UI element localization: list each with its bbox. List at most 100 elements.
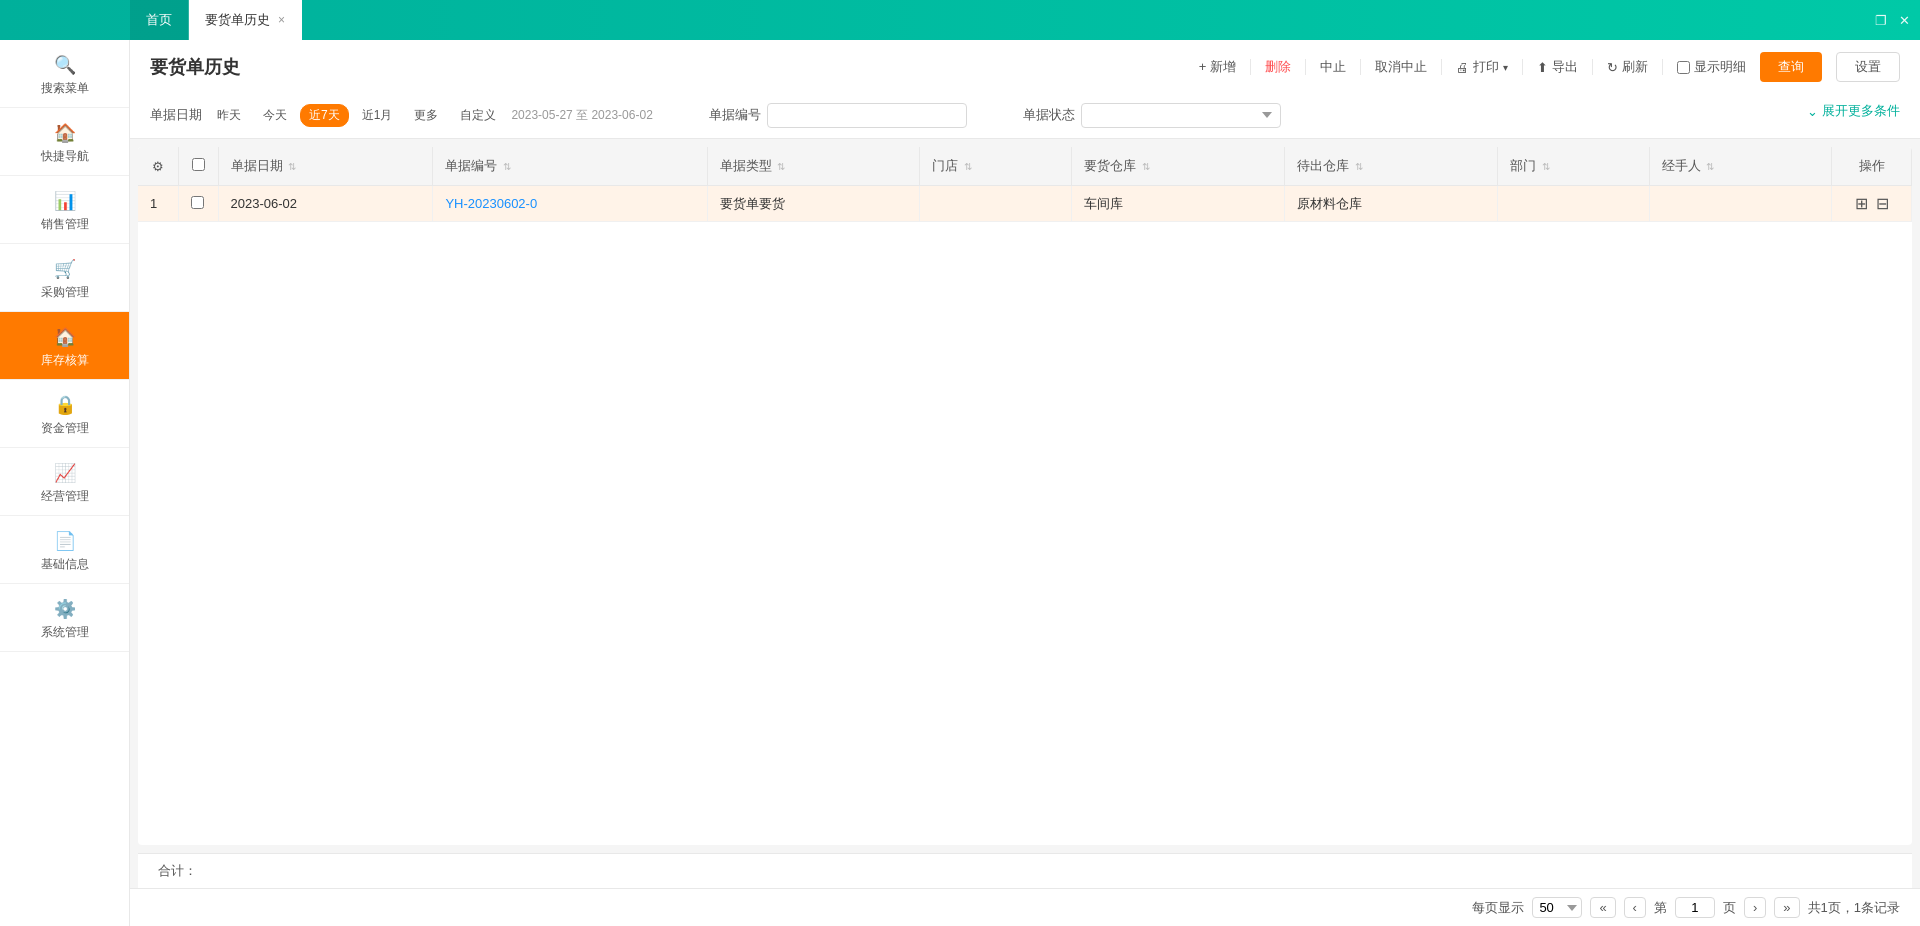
main-layout: 🔍 搜索菜单 🏠 快捷导航 📊 销售管理 🛒 采购管理 🏠 库存核算 🔒 资金管… [0, 40, 1920, 926]
tab-requisition-history[interactable]: 要货单历史 × [189, 0, 302, 40]
table-row: 1 2023-06-02 YH-20230602-0 要货单要货 车间库 原材料… [138, 186, 1912, 222]
delete-button[interactable]: 删除 [1265, 58, 1291, 76]
doc-no-link[interactable]: YH-20230602-0 [445, 196, 537, 211]
sidebar-item-search[interactable]: 🔍 搜索菜单 [0, 40, 129, 108]
page-header: 要货单历史 + 新增 删除 中止 取消中止 🖨 打印 ▾ [130, 40, 1920, 139]
doc-status-label: 单据状态 [1023, 106, 1075, 124]
filter-area: 单据日期 昨天 今天 近7天 近1月 更多 自定义 2023-05-27 至 2… [150, 92, 1900, 138]
expand-more-btn[interactable]: ⌄ 展开更多条件 [1807, 102, 1900, 120]
cell-checkbox [178, 186, 218, 222]
date-btn-7days[interactable]: 近7天 [300, 104, 349, 127]
th-doc-date[interactable]: 单据日期 ⇅ [218, 147, 433, 186]
finance-icon: 🔒 [54, 394, 76, 416]
doc-no-filter: 单据编号 [709, 103, 967, 128]
cell-req-warehouse: 车间库 [1072, 186, 1285, 222]
sidebar-item-sales[interactable]: 📊 销售管理 [0, 176, 129, 244]
th-doc-no[interactable]: 单据编号 ⇅ [433, 147, 707, 186]
setting-button[interactable]: 设置 [1836, 52, 1900, 82]
edit-op-icon[interactable]: ⊟ [1876, 194, 1889, 213]
cell-index: 1 [138, 186, 178, 222]
export-button[interactable]: ⬆ 导出 [1537, 58, 1578, 76]
close-tab-btn[interactable]: × [278, 13, 285, 27]
print-button[interactable]: 🖨 打印 ▾ [1456, 58, 1508, 76]
select-all-checkbox[interactable] [192, 158, 205, 171]
table-container: ⚙ 单据日期 ⇅ 单据编号 ⇅ 单据类型 [138, 147, 1912, 845]
last-page-btn[interactable]: » [1774, 897, 1799, 918]
display-detail-input[interactable] [1677, 61, 1690, 74]
sidebar-item-basic-info[interactable]: 📄 基础信息 [0, 516, 129, 584]
cell-handler [1649, 186, 1831, 222]
date-btn-1month[interactable]: 近1月 [353, 104, 402, 127]
operations-icon: 📈 [54, 462, 76, 484]
cell-pending-warehouse: 原材料仓库 [1285, 186, 1498, 222]
sidebar-item-shortcuts[interactable]: 🏠 快捷导航 [0, 108, 129, 176]
sort-icon-store: ⇅ [964, 161, 972, 172]
doc-status-select[interactable] [1081, 103, 1281, 128]
sidebar-item-system[interactable]: ⚙️ 系统管理 [0, 584, 129, 652]
basic-info-icon: 📄 [54, 530, 76, 552]
expand-icon: ⌄ [1807, 104, 1818, 119]
th-doc-type[interactable]: 单据类型 ⇅ [707, 147, 920, 186]
doc-no-input[interactable] [767, 103, 967, 128]
prev-page-btn[interactable]: ‹ [1624, 897, 1646, 918]
cell-doc-no: YH-20230602-0 [433, 186, 707, 222]
page-number-input[interactable] [1675, 897, 1715, 918]
page-size-label: 每页显示 [1472, 899, 1524, 917]
cell-doc-date: 2023-06-02 [218, 186, 433, 222]
view-op-icon[interactable]: ⊞ [1855, 194, 1868, 213]
th-req-warehouse[interactable]: 要货仓库 ⇅ [1072, 147, 1285, 186]
filter-row-1: 单据日期 昨天 今天 近7天 近1月 更多 自定义 2023-05-27 至 2… [150, 102, 1900, 128]
sidebar-item-purchase[interactable]: 🛒 采购管理 [0, 244, 129, 312]
date-btn-yesterday[interactable]: 昨天 [208, 104, 250, 127]
first-page-btn[interactable]: « [1590, 897, 1615, 918]
content-area: 要货单历史 + 新增 删除 中止 取消中止 🖨 打印 ▾ [130, 40, 1920, 926]
date-btn-custom[interactable]: 自定义 [451, 104, 505, 127]
th-store[interactable]: 门店 ⇅ [920, 147, 1072, 186]
total-info: 共1页，1条记录 [1808, 899, 1900, 917]
sort-icon-doc-type: ⇅ [777, 161, 785, 172]
data-table: ⚙ 单据日期 ⇅ 单据编号 ⇅ 单据类型 [138, 147, 1912, 222]
op-icons: ⊞ ⊟ [1844, 194, 1899, 213]
inventory-icon: 🏠 [54, 326, 76, 348]
date-range-display: 2023-05-27 至 2023-06-02 [511, 107, 652, 124]
doc-no-label: 单据编号 [709, 106, 761, 124]
home-icon: 🏠 [54, 122, 76, 144]
purchase-icon: 🛒 [54, 258, 76, 280]
cancel-stop-button[interactable]: 取消中止 [1375, 58, 1427, 76]
system-icon: ⚙️ [54, 598, 76, 620]
sidebar-item-inventory[interactable]: 🏠 库存核算 [0, 312, 129, 380]
sort-icon-date: ⇅ [288, 161, 296, 172]
display-detail-checkbox[interactable]: 显示明细 [1677, 58, 1746, 76]
sort-icon-pending-warehouse: ⇅ [1355, 161, 1363, 172]
top-bar-right: ❐ ✕ [1875, 13, 1910, 28]
window-restore-btn[interactable]: ❐ [1875, 13, 1887, 28]
th-department[interactable]: 部门 ⇅ [1497, 147, 1649, 186]
th-settings[interactable]: ⚙ [138, 147, 178, 186]
date-btn-more[interactable]: 更多 [405, 104, 447, 127]
sort-icon-department: ⇅ [1542, 161, 1550, 172]
page-label: 页 [1723, 899, 1736, 917]
cell-doc-type: 要货单要货 [707, 186, 920, 222]
tab-home[interactable]: 首页 [130, 0, 189, 40]
th-operation: 操作 [1832, 147, 1912, 186]
th-pending-warehouse[interactable]: 待出仓库 ⇅ [1285, 147, 1498, 186]
query-button[interactable]: 查询 [1760, 52, 1822, 82]
refresh-button[interactable]: ↻ 刷新 [1607, 58, 1648, 76]
add-button[interactable]: + 新增 [1199, 58, 1236, 76]
sidebar-item-finance[interactable]: 🔒 资金管理 [0, 380, 129, 448]
th-handler[interactable]: 经手人 ⇅ [1649, 147, 1831, 186]
top-bar: 首页 要货单历史 × ❐ ✕ [0, 0, 1920, 40]
sidebar-item-operations[interactable]: 📈 经营管理 [0, 448, 129, 516]
row-checkbox[interactable] [191, 196, 204, 209]
next-page-btn[interactable]: › [1744, 897, 1766, 918]
sort-icon-handler: ⇅ [1706, 161, 1714, 172]
stop-button[interactable]: 中止 [1320, 58, 1346, 76]
sales-icon: 📊 [54, 190, 76, 212]
page-size-select[interactable]: 10 20 50 100 [1532, 897, 1582, 918]
doc-status-filter: 单据状态 [1023, 103, 1281, 128]
refresh-icon: ↻ [1607, 60, 1618, 75]
date-btn-today[interactable]: 今天 [254, 104, 296, 127]
window-close-btn[interactable]: ✕ [1899, 13, 1910, 28]
date-filter: 单据日期 昨天 今天 近7天 近1月 更多 自定义 2023-05-27 至 2… [150, 104, 653, 127]
table-header-row: ⚙ 单据日期 ⇅ 单据编号 ⇅ 单据类型 [138, 147, 1912, 186]
